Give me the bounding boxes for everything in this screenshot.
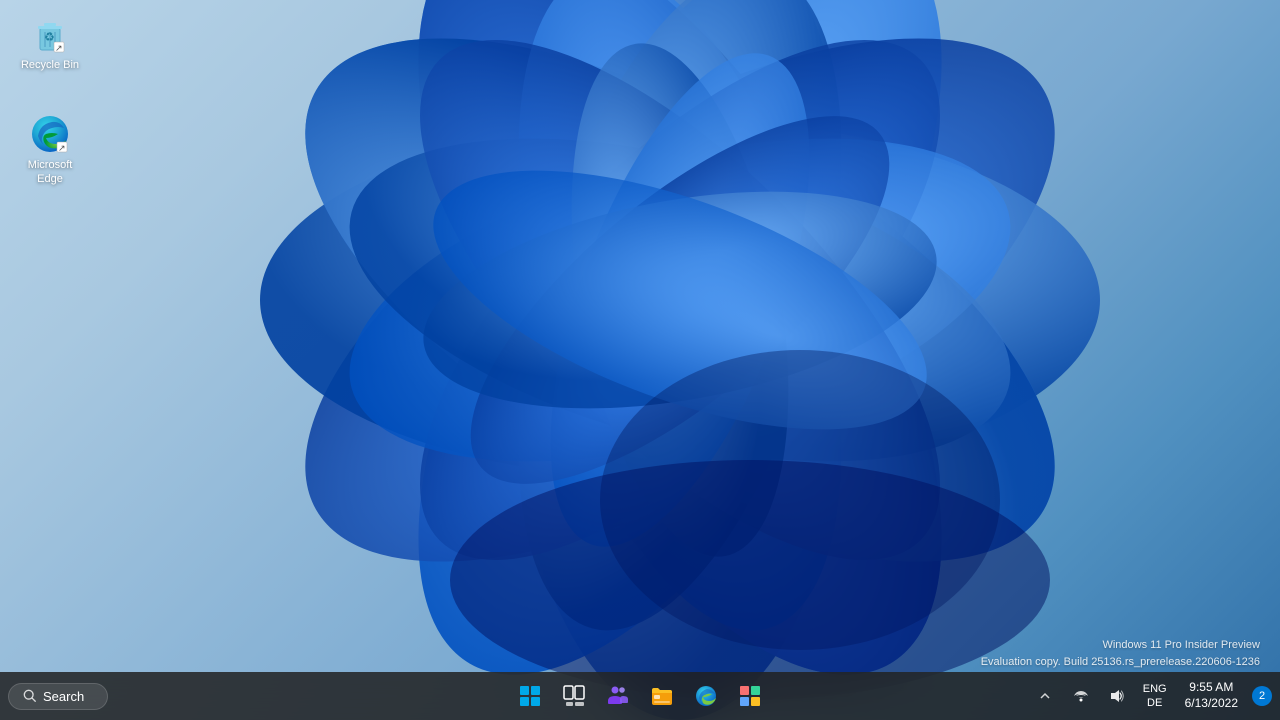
task-view-button[interactable] [554,676,594,716]
microsoft-edge-icon[interactable]: ↗ Microsoft Edge [10,110,90,191]
notification-count: 2 [1259,690,1265,702]
chevron-up-icon [1039,690,1051,702]
svg-text:↗: ↗ [55,43,63,53]
file-explorer-button[interactable] [642,676,682,716]
clock-button[interactable]: 9:55 AM 6/13/2022 [1177,680,1246,711]
show-hidden-icons-button[interactable] [1029,676,1061,716]
taskbar: Search [0,672,1280,720]
system-tray: ENG DE 9:55 AM 6/13/2022 2 [1029,676,1272,716]
edge-taskbar-icon [694,684,718,708]
store-button[interactable] [730,676,770,716]
windows-icon [519,685,541,707]
clock-date: 6/13/2022 [1185,696,1238,712]
svg-text:♻: ♻ [44,30,55,44]
start-button[interactable] [510,676,550,716]
sound-button[interactable] [1101,676,1133,716]
teams-icon [606,684,630,708]
search-button[interactable]: Search [8,683,108,710]
search-label: Search [43,689,84,704]
network-icon [1073,688,1089,704]
notification-badge[interactable]: 2 [1252,686,1272,706]
recycle-bin-icon[interactable]: ♻ ↗ Recycle Bin [10,10,90,76]
language-button[interactable]: ENG DE [1137,682,1173,711]
desktop: ♻ ↗ Recycle Bin [0,0,1280,720]
watermark-line2: Evaluation copy. Build 25136.rs_prerelea… [981,654,1260,671]
store-icon [738,684,762,708]
taskbar-center [510,676,770,716]
wallpaper [100,0,1200,720]
file-explorer-icon [650,684,674,708]
search-icon [23,689,37,703]
network-button[interactable] [1065,676,1097,716]
svg-text:↗: ↗ [58,143,66,153]
watermark-line1: Windows 11 Pro Insider Preview [981,637,1260,654]
watermark: Windows 11 Pro Insider Preview Evaluatio… [981,637,1260,670]
microsoft-edge-label: Microsoft Edge [14,158,86,187]
task-view-icon [563,685,585,707]
recycle-bin-label: Recycle Bin [21,58,79,72]
sound-icon [1109,688,1125,704]
lang-primary: ENG [1143,682,1167,696]
edge-taskbar-button[interactable] [686,676,726,716]
clock-time: 9:55 AM [1189,680,1233,696]
teams-button[interactable] [598,676,638,716]
lang-secondary: DE [1147,696,1162,710]
